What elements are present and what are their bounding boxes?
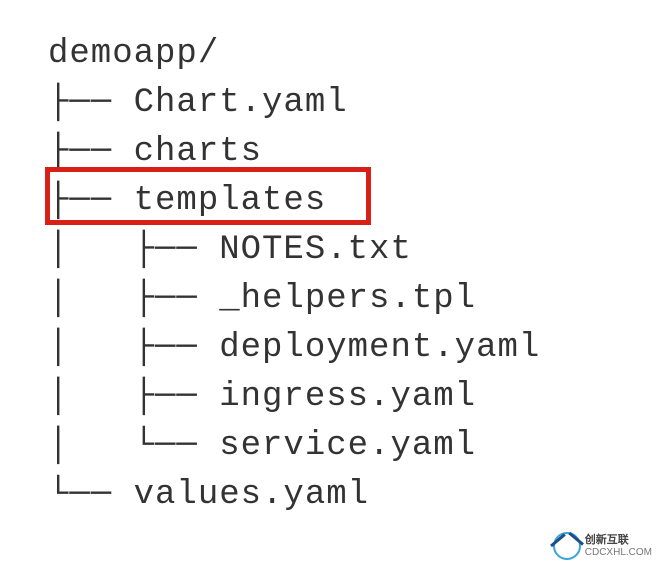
watermark-cn: 创新互联	[585, 534, 652, 546]
watermark-logo-icon	[553, 532, 581, 560]
tree-file-values-yaml: └── values.yaml	[48, 471, 660, 520]
watermark: 创新互联 CDCXHL.COM	[553, 532, 652, 560]
tree-file-helpers-tpl: │ ├── _helpers.tpl	[48, 275, 660, 324]
tree-file-service-yaml: │ └── service.yaml	[48, 422, 660, 471]
tree-file-chart-yaml: ├── Chart.yaml	[48, 79, 660, 128]
watermark-en: CDCXHL.COM	[585, 547, 652, 558]
watermark-text: 创新互联 CDCXHL.COM	[585, 534, 652, 557]
tree-root: demoapp/	[48, 30, 660, 79]
tree-file-notes-txt: │ ├── NOTES.txt	[48, 226, 660, 275]
tree-file-ingress-yaml: │ ├── ingress.yaml	[48, 373, 660, 422]
tree-dir-templates: ├── templates	[48, 177, 660, 226]
tree-file-deployment-yaml: │ ├── deployment.yaml	[48, 324, 660, 373]
tree-dir-charts: ├── charts	[48, 128, 660, 177]
